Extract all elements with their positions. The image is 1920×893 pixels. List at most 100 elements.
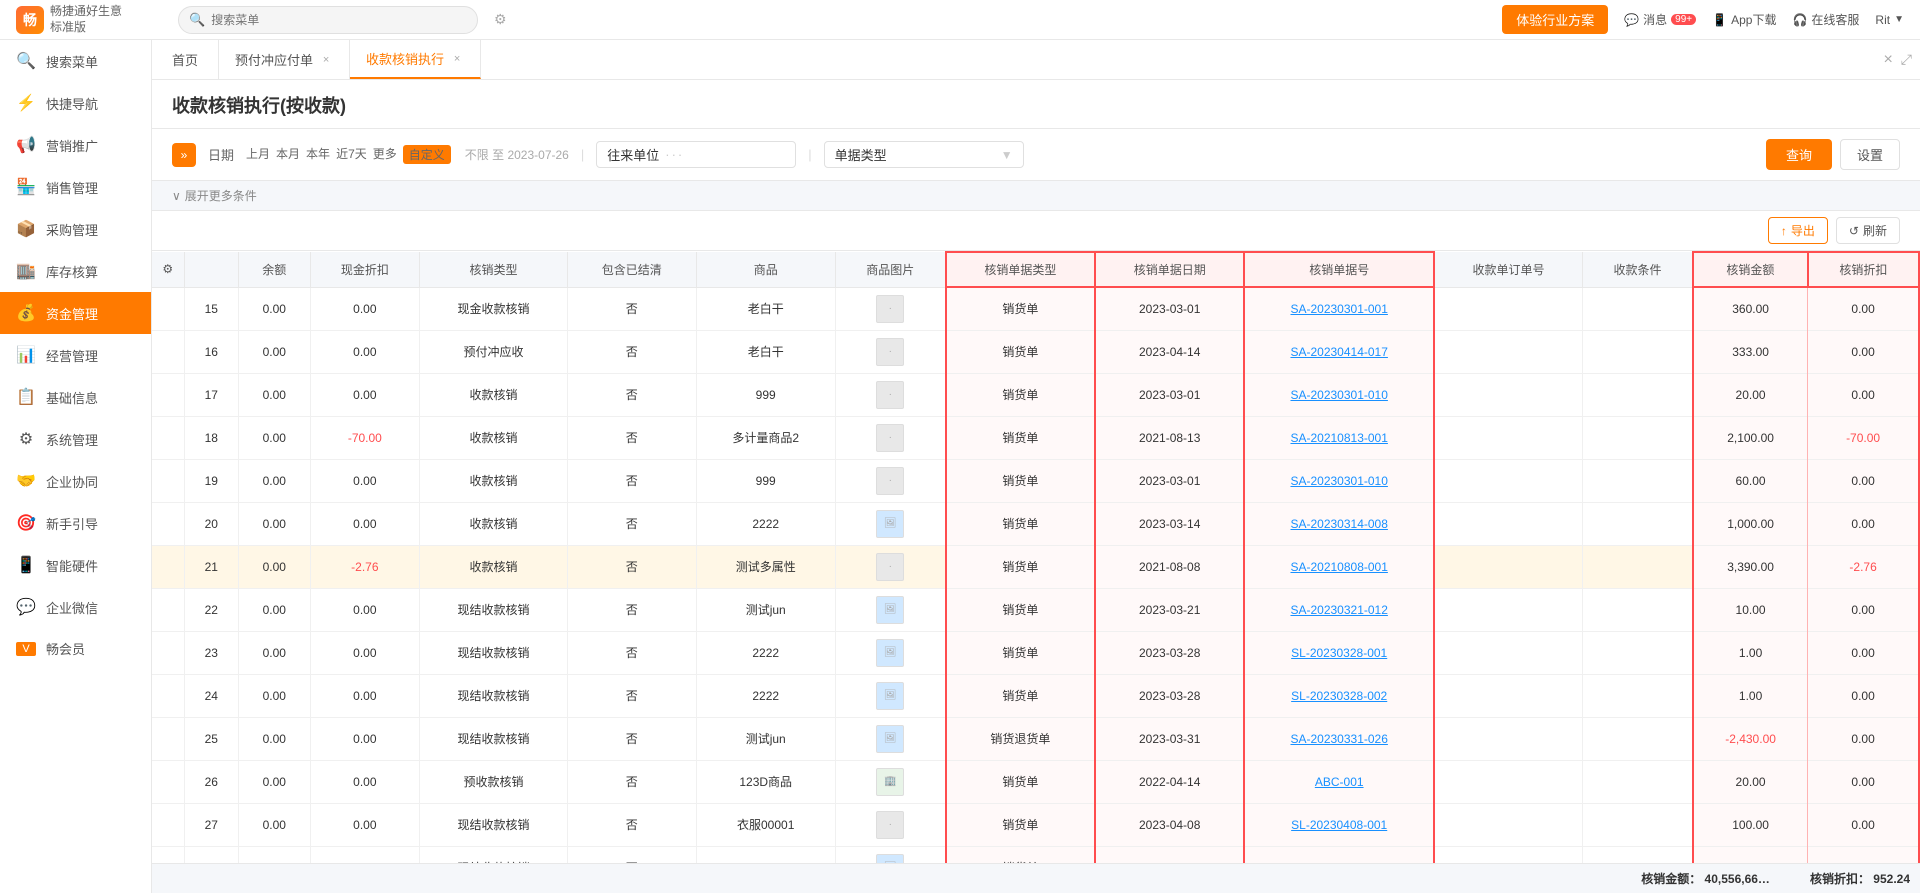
- date-this-year[interactable]: 本年: [306, 145, 330, 164]
- row-verify-bill-type: 销货退货单: [946, 717, 1095, 760]
- row-receipt-condition: [1583, 588, 1693, 631]
- message-item[interactable]: 💬 消息 99+: [1624, 11, 1696, 28]
- row-verify-amount: 60.00: [1693, 459, 1808, 502]
- row-verify-bill-date: 2023-03-21: [1095, 588, 1244, 631]
- search-input[interactable]: [211, 13, 467, 27]
- bill-no-link[interactable]: SA-20210813-001: [1290, 431, 1387, 445]
- row-settings[interactable]: [152, 588, 184, 631]
- row-verify-bill-date: 2023-04-18: [1095, 846, 1244, 863]
- row-verify-discount: 0.00: [1808, 717, 1919, 760]
- sidebar-item-system[interactable]: ⚙ 系统管理: [0, 418, 151, 460]
- bill-no-link[interactable]: SA-20210808-001: [1290, 560, 1387, 574]
- bill-no-link[interactable]: SA-20230414-017: [1290, 345, 1387, 359]
- th-settings[interactable]: ⚙: [152, 252, 184, 287]
- sidebar-item-newbie[interactable]: 🎯 新手引导: [0, 502, 151, 544]
- date-last-month[interactable]: 上月: [246, 145, 270, 164]
- row-settings[interactable]: [152, 373, 184, 416]
- close-tab-icon[interactable]: ×: [1883, 51, 1892, 69]
- row-settings[interactable]: [152, 416, 184, 459]
- date-custom[interactable]: 自定义: [403, 145, 451, 164]
- date-this-month[interactable]: 本月: [276, 145, 300, 164]
- row-settings[interactable]: [152, 803, 184, 846]
- sidebar-item-hardware[interactable]: 📱 智能硬件: [0, 544, 151, 586]
- setting-btn[interactable]: 设置: [1840, 139, 1900, 170]
- sidebar-item-shortcut[interactable]: ⚡ 快捷导航: [0, 82, 151, 124]
- expand-filter-btn[interactable]: ∨ 展开更多条件: [172, 187, 257, 204]
- sidebar-item-marketing[interactable]: 📢 营销推广: [0, 124, 151, 166]
- row-product-image: 🖼: [835, 631, 945, 674]
- row-seq: 20: [184, 502, 239, 545]
- row-product-image: ·: [835, 545, 945, 588]
- sidebar-item-purchase[interactable]: 📦 采购管理: [0, 208, 151, 250]
- settings-gear-icon[interactable]: ⚙: [494, 11, 507, 28]
- tab-prepay-close[interactable]: ×: [319, 53, 333, 67]
- filter-toggle-btn[interactable]: »: [172, 143, 196, 167]
- row-settings[interactable]: [152, 674, 184, 717]
- bill-no-link[interactable]: SA-20230301-010: [1290, 474, 1387, 488]
- partner-filter-wrap[interactable]: 往来单位 ···: [596, 141, 796, 168]
- sidebar-item-search[interactable]: 🔍 搜索菜单: [0, 40, 151, 82]
- sidebar-item-basic-info[interactable]: 📋 基础信息: [0, 376, 151, 418]
- row-seq: 25: [184, 717, 239, 760]
- tab-prepay[interactable]: 预付冲应付单 ×: [219, 40, 350, 79]
- row-verify-bill-type: 销货单: [946, 416, 1095, 459]
- row-verify-bill-type: 销货单: [946, 459, 1095, 502]
- row-settings[interactable]: [152, 459, 184, 502]
- online-service-item[interactable]: 🎧 在线客服: [1792, 11, 1859, 28]
- sidebar-item-member[interactable]: V 畅会员: [0, 628, 151, 669]
- sidebar-item-inventory[interactable]: 🏬 库存核算: [0, 250, 151, 292]
- solution-btn[interactable]: 体验行业方案: [1502, 5, 1608, 34]
- refresh-btn[interactable]: ↺ 刷新: [1836, 217, 1900, 244]
- row-product: 老白干: [696, 330, 835, 373]
- row-settings[interactable]: [152, 502, 184, 545]
- sidebar-item-finance[interactable]: 💰 资金管理: [0, 292, 151, 334]
- query-btn[interactable]: 查询: [1766, 139, 1832, 170]
- row-settings[interactable]: [152, 287, 184, 330]
- page-header: 收款核销执行(按收款): [152, 80, 1920, 129]
- row-verify-type: 现结收款核销: [420, 803, 568, 846]
- user-name-item[interactable]: Rit ▼: [1875, 13, 1904, 27]
- row-settings[interactable]: [152, 330, 184, 373]
- table-row: 200.000.00收款核销否2222🖼销货单2023-03-14SA-2023…: [152, 502, 1919, 545]
- sidebar-item-sales[interactable]: 🏪 销售管理: [0, 166, 151, 208]
- app-download-item[interactable]: 📱 App下载: [1712, 11, 1776, 28]
- app-download-label: App下载: [1731, 11, 1776, 28]
- sidebar-item-enterprise-collab[interactable]: 🤝 企业协同: [0, 460, 151, 502]
- tab-home[interactable]: 首页: [152, 40, 219, 79]
- voucher-type-label: 单据类型: [835, 145, 887, 164]
- bill-no-link[interactable]: SL-20230408-001: [1291, 818, 1387, 832]
- bill-no-link[interactable]: SA-20230301-010: [1290, 388, 1387, 402]
- bill-no-link[interactable]: ABC-001: [1315, 775, 1364, 789]
- mobile-icon: 📱: [1712, 13, 1727, 27]
- tab-receipt-verify-close[interactable]: ×: [450, 52, 464, 66]
- filter-actions: 查询 设置: [1766, 139, 1900, 170]
- row-balance: 0.00: [239, 631, 310, 674]
- sidebar-item-operation[interactable]: 📊 经营管理: [0, 334, 151, 376]
- bill-no-link[interactable]: SA-20230321-012: [1290, 603, 1387, 617]
- th-verify-amount: 核销金额: [1693, 252, 1808, 287]
- search-area[interactable]: 🔍: [178, 6, 478, 34]
- bill-no-link[interactable]: SA-20230331-026: [1290, 732, 1387, 746]
- row-settings[interactable]: [152, 545, 184, 588]
- bill-no-link[interactable]: SA-20230314-008: [1290, 517, 1387, 531]
- row-verify-bill-date: 2023-03-01: [1095, 373, 1244, 416]
- sidebar-label-inventory: 库存核算: [46, 262, 98, 281]
- sidebar-item-wechat[interactable]: 💬 企业微信: [0, 586, 151, 628]
- tab-receipt-verify[interactable]: 收款核销执行 ×: [350, 40, 481, 79]
- row-receipt-order-no: [1434, 545, 1583, 588]
- voucher-type-filter[interactable]: 单据类型 ▼: [824, 141, 1024, 168]
- row-verify-bill-no: SL-20230328-001: [1244, 631, 1434, 674]
- bill-no-link[interactable]: SA-20230301-001: [1290, 302, 1387, 316]
- date-more[interactable]: 更多: [373, 145, 397, 164]
- row-settings[interactable]: [152, 631, 184, 674]
- row-settings[interactable]: [152, 846, 184, 863]
- date-7days[interactable]: 近7天: [336, 145, 367, 164]
- row-cash-discount: 0.00: [310, 330, 420, 373]
- row-settings[interactable]: [152, 760, 184, 803]
- bill-no-link[interactable]: SL-20230328-001: [1291, 646, 1387, 660]
- expand-tab-icon[interactable]: ⤢: [1901, 51, 1912, 68]
- row-settings[interactable]: [152, 717, 184, 760]
- export-btn[interactable]: ↑ 导出: [1768, 217, 1828, 244]
- row-receipt-condition: [1583, 373, 1693, 416]
- bill-no-link[interactable]: SL-20230328-002: [1291, 689, 1387, 703]
